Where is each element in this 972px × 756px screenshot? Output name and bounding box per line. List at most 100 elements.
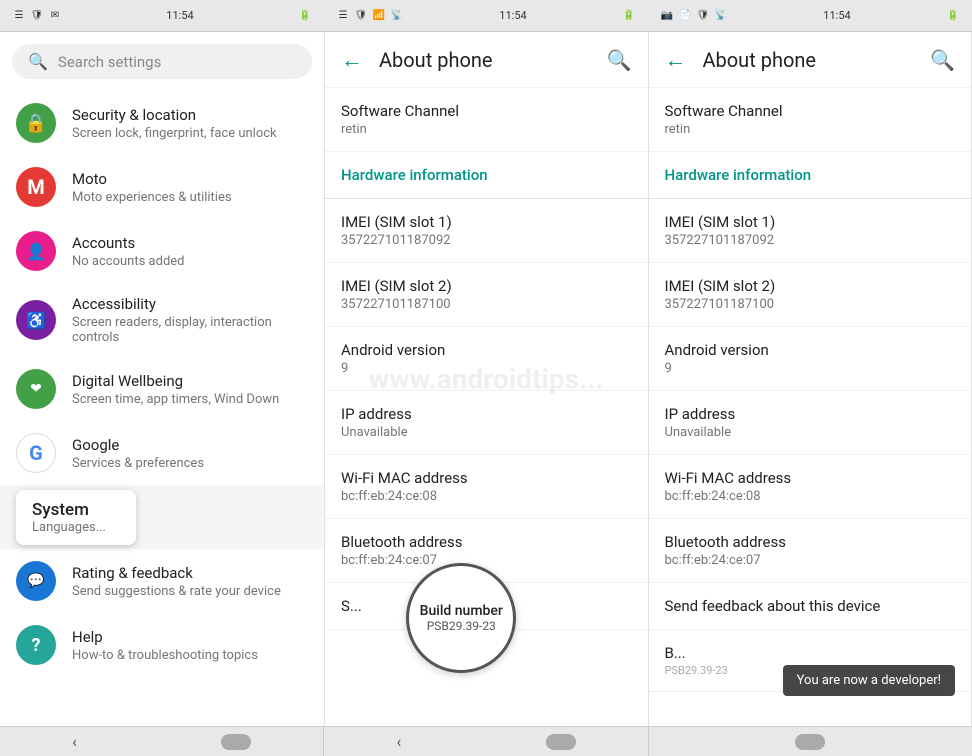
rating-title: Rating & feedback — [72, 564, 308, 582]
google-title: Google — [72, 436, 308, 454]
settings-item-rating[interactable]: 💬 Rating & feedback Send suggestions & r… — [0, 549, 324, 613]
google-subtitle: Services & preferences — [72, 456, 308, 471]
security-title: Security & location — [72, 106, 308, 124]
sim-icon-mid: ☰ — [336, 9, 350, 23]
settings-item-accounts[interactable]: 👤 Accounts No accounts added — [0, 219, 324, 283]
camera-icon: 📷 — [660, 9, 674, 23]
nav-home-left[interactable] — [221, 734, 251, 750]
about-item-android[interactable]: Android version 9 — [325, 327, 648, 391]
developer-toast: You are now a developer! — [783, 665, 955, 696]
about-item-wifi-r[interactable]: Wi-Fi MAC address bc:ff:eb:24:ce:08 — [649, 455, 972, 519]
settings-item-moto[interactable]: M Moto Moto experiences & utilities — [0, 155, 324, 219]
security-text: Security & location Screen lock, fingerp… — [72, 106, 308, 141]
about-item-hw-section: Hardware information — [325, 152, 648, 199]
help-subtitle: How-to & troubleshooting topics — [72, 648, 308, 663]
search-bar[interactable]: 🔍 Search settings — [12, 44, 312, 79]
bt-value-r: bc:ff:eb:24:ce:07 — [665, 553, 956, 568]
imei2-value-r: 357227101187100 — [665, 297, 956, 312]
search-icon-middle[interactable]: 🔍 — [607, 48, 632, 72]
about-item-imei1[interactable]: IMEI (SIM slot 1) 357227101187092 — [325, 199, 648, 263]
android-title: Android version — [341, 341, 632, 359]
accounts-text: Accounts No accounts added — [72, 234, 308, 269]
wifi-title-r: Wi-Fi MAC address — [665, 469, 956, 487]
about-item-feedback-r[interactable]: Send feedback about this device — [649, 583, 972, 630]
android-value-r: 9 — [665, 361, 956, 376]
status-time-left: 11:54 — [166, 9, 193, 22]
wifi-icon-right: 📡 — [714, 9, 728, 23]
status-bar: ☰ 🛡 ✉ 11:54 🔋 ☰ 🛡 📶 📡 11:54 🔋 📷 📄 🛡 📡 11… — [0, 0, 972, 32]
sw-channel-value: retin — [341, 122, 632, 137]
rating-text: Rating & feedback Send suggestions & rat… — [72, 564, 308, 599]
status-panel-middle: ☰ 🛡 📶 📡 11:54 🔋 — [324, 9, 648, 23]
moto-subtitle: Moto experiences & utilities — [72, 190, 308, 205]
rating-icon: 💬 — [16, 561, 56, 601]
settings-item-system[interactable]: System Languages... ℹ System Languages, … — [0, 485, 324, 549]
build-circle: Build number PSB29.39-23 — [406, 563, 516, 673]
ip-title: IP address — [341, 405, 632, 423]
settings-panel: 🔍 Search settings 🔒 Security & location … — [0, 32, 325, 726]
settings-item-help[interactable]: ? Help How-to & troubleshooting topics — [0, 613, 324, 677]
imei1-title: IMEI (SIM slot 1) — [341, 213, 632, 231]
ip-value-r: Unavailable — [665, 425, 956, 440]
about-item-imei1-r[interactable]: IMEI (SIM slot 1) 357227101187092 — [649, 199, 972, 263]
google-icon: G — [16, 433, 56, 473]
settings-item-digital[interactable]: ❤ Digital Wellbeing Screen time, app tim… — [0, 357, 324, 421]
settings-item-accessibility[interactable]: ♿ Accessibility Screen readers, display,… — [0, 283, 324, 357]
about-item-ip-r[interactable]: IP address Unavailable — [649, 391, 972, 455]
about-item-sw-channel-r[interactable]: Software Channel retin — [649, 88, 972, 152]
nav-home-middle[interactable] — [546, 734, 576, 750]
panels-container: 🔍 Search settings 🔒 Security & location … — [0, 32, 972, 726]
system-tooltip: System Languages... — [16, 490, 136, 545]
about-item-feedback[interactable]: S... Build number PSB29.39-23 — [325, 583, 648, 630]
about-item-hw-section-r: Hardware information — [649, 152, 972, 199]
about-item-sw-channel[interactable]: Software Channel retin — [325, 88, 648, 152]
bottom-nav-middle: ‹ — [324, 727, 648, 756]
about-header-right: ← About phone 🔍 — [649, 32, 972, 88]
about-item-imei2[interactable]: IMEI (SIM slot 2) 357227101187100 — [325, 263, 648, 327]
about-item-android-r[interactable]: Android version 9 — [649, 327, 972, 391]
android-value: 9 — [341, 361, 632, 376]
shield-icon-right: 🛡 — [696, 9, 710, 23]
wifi-title: Wi-Fi MAC address — [341, 469, 632, 487]
imei2-title: IMEI (SIM slot 2) — [341, 277, 632, 295]
about-item-imei2-r[interactable]: IMEI (SIM slot 2) 357227101187100 — [649, 263, 972, 327]
battery-icon-left: 🔋 — [298, 9, 312, 23]
moto-title: Moto — [72, 170, 308, 188]
about-item-ip[interactable]: IP address Unavailable — [325, 391, 648, 455]
imei1-value: 357227101187092 — [341, 233, 632, 248]
status-icons-right: 📷 📄 🛡 📡 — [660, 9, 728, 23]
about-item-bt-r[interactable]: Bluetooth address bc:ff:eb:24:ce:07 — [649, 519, 972, 583]
bottom-nav-left: ‹ — [0, 727, 324, 756]
settings-item-security[interactable]: 🔒 Security & location Screen lock, finge… — [0, 91, 324, 155]
shield-icon-mid: 🛡 — [354, 9, 368, 23]
back-icon-right[interactable]: ← — [665, 47, 687, 73]
ip-value: Unavailable — [341, 425, 632, 440]
digital-title: Digital Wellbeing — [72, 372, 308, 390]
google-text: Google Services & preferences — [72, 436, 308, 471]
security-subtitle: Screen lock, fingerprint, face unlock — [72, 126, 308, 141]
help-text: Help How-to & troubleshooting topics — [72, 628, 308, 663]
bt-value: bc:ff:eb:24:ce:07 — [341, 553, 632, 568]
imei2-value: 357227101187100 — [341, 297, 632, 312]
moto-icon: M — [16, 167, 56, 207]
nav-back-left[interactable]: ‹ — [72, 732, 77, 751]
about-title-middle: About phone — [379, 48, 591, 72]
back-icon-middle[interactable]: ← — [341, 47, 363, 73]
nav-back-middle[interactable]: ‹ — [396, 732, 401, 751]
feedback-title-r: Send feedback about this device — [665, 597, 956, 615]
android-title-r: Android version — [665, 341, 956, 359]
about-item-wifi[interactable]: Wi-Fi MAC address bc:ff:eb:24:ce:08 — [325, 455, 648, 519]
build-circle-value: PSB29.39-23 — [427, 619, 496, 633]
nav-home-right[interactable] — [795, 734, 825, 750]
bt-title: Bluetooth address — [341, 533, 632, 551]
search-icon-right[interactable]: 🔍 — [930, 48, 955, 72]
status-panel-right: 📷 📄 🛡 📡 11:54 🔋 — [648, 9, 972, 23]
about-content-middle: Software Channel retin Hardware informat… — [325, 88, 648, 726]
bottom-nav-right — [649, 727, 972, 756]
about-panel-middle: ← About phone 🔍 Software Channel retin H… — [325, 32, 649, 726]
settings-item-google[interactable]: G Google Services & preferences — [0, 421, 324, 485]
imei2-title-r: IMEI (SIM slot 2) — [665, 277, 956, 295]
search-input[interactable]: Search settings — [58, 53, 161, 71]
system-tooltip-title: System — [32, 500, 120, 520]
wifi-value-r: bc:ff:eb:24:ce:08 — [665, 489, 956, 504]
